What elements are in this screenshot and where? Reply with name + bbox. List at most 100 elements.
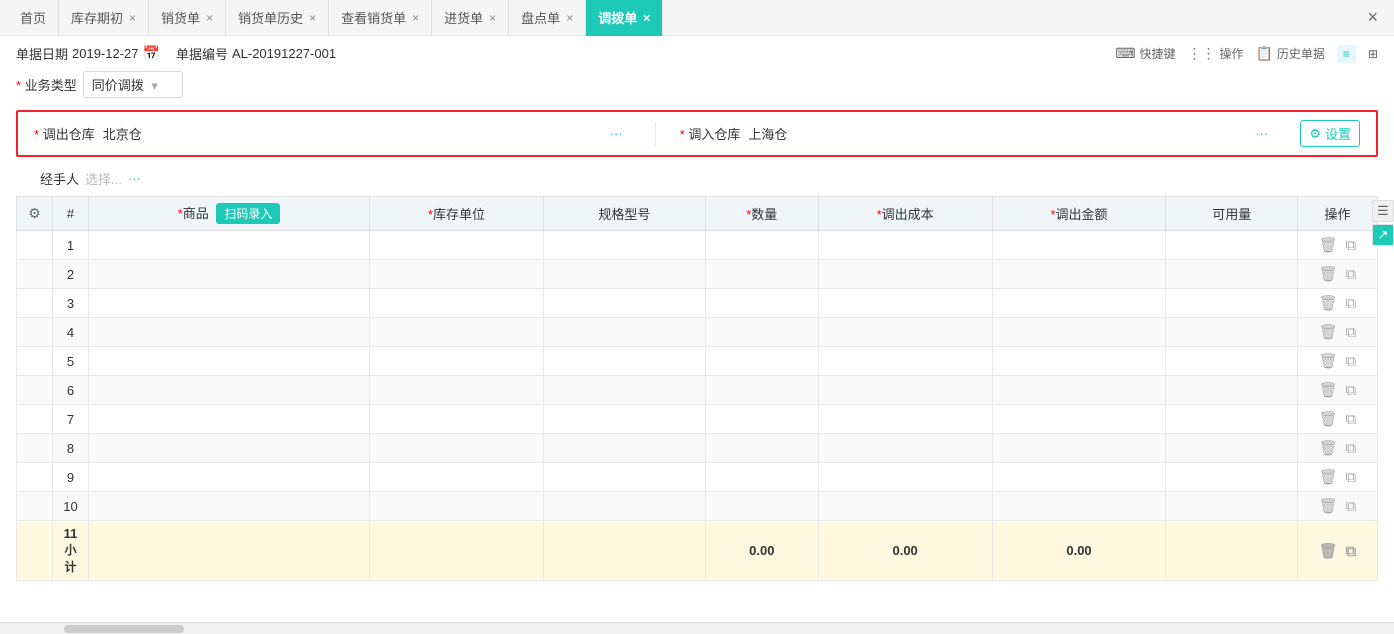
row-cost-cell[interactable] [818,434,992,463]
tab-close-purchase-order[interactable]: × [489,11,496,25]
warehouse-in-more-button[interactable]: ··· [1247,126,1276,141]
row-qty-cell[interactable] [705,289,818,318]
tab-close-sales-order[interactable]: × [206,11,213,25]
row-amount-cell[interactable] [992,434,1166,463]
row-product-cell[interactable] [89,405,370,434]
tab-transfer-order[interactable]: 调拨单 × [586,0,663,36]
row-spec-cell[interactable] [543,434,705,463]
row-cost-cell[interactable] [818,260,992,289]
tab-view-sales[interactable]: 查看销货单 × [329,0,432,36]
row-unit-cell[interactable] [369,376,543,405]
row-qty-cell[interactable] [705,434,818,463]
row-cost-cell[interactable] [818,289,992,318]
row-cost-cell[interactable] [818,231,992,260]
side-panel-list-icon[interactable]: ☰ [1372,200,1394,222]
row-product-cell[interactable] [89,347,370,376]
row-qty-cell[interactable] [705,376,818,405]
copy-icon[interactable]: ⧉ [1345,543,1356,560]
copy-icon[interactable]: ⧉ [1345,324,1356,341]
tab-inventory-check[interactable]: 盘点单 × [509,0,586,36]
copy-icon[interactable]: ⧉ [1345,498,1356,515]
th-gear[interactable]: ⚙ [17,197,53,231]
row-amount-cell[interactable] [992,405,1166,434]
shortcut-button[interactable]: ⌨ 快捷键 [1115,45,1175,62]
row-amount-cell[interactable] [992,376,1166,405]
copy-icon[interactable]: ⧉ [1345,237,1356,254]
row-product-cell[interactable] [89,260,370,289]
row-amount-cell[interactable] [992,463,1166,492]
row-qty-cell[interactable] [705,347,818,376]
handler-more-button[interactable]: ··· [128,171,141,186]
delete-icon[interactable]: 🗑 [1319,237,1338,254]
row-amount-cell[interactable] [992,347,1166,376]
row-unit-cell[interactable] [369,347,543,376]
delete-icon[interactable]: 🗑 [1319,440,1338,457]
delete-icon[interactable]: 🗑 [1319,469,1338,486]
row-unit-cell[interactable] [369,289,543,318]
row-product-cell[interactable] [89,376,370,405]
side-panel-export-icon[interactable]: ↗ [1372,224,1394,246]
copy-icon[interactable]: ⧉ [1345,440,1356,457]
row-unit-cell[interactable] [369,260,543,289]
row-amount-cell[interactable] [992,289,1166,318]
row-product-cell[interactable] [89,434,370,463]
tab-home[interactable]: 首页 [8,0,59,36]
row-unit-cell[interactable] [369,492,543,521]
delete-icon[interactable]: 🗑 [1319,295,1338,312]
row-unit-cell[interactable] [369,318,543,347]
tab-inventory-init[interactable]: 库存期初 × [59,0,149,36]
tab-close-transfer-order[interactable]: × [643,11,650,25]
row-product-cell[interactable] [89,492,370,521]
delete-icon[interactable]: 🗑 [1319,324,1338,341]
row-product-cell[interactable] [89,289,370,318]
tab-close-view-sales[interactable]: × [412,11,419,25]
handler-input[interactable]: 选择... [85,169,122,188]
row-cost-cell[interactable] [818,405,992,434]
row-spec-cell[interactable] [543,405,705,434]
calendar-icon[interactable]: 📅 [143,45,160,62]
row-product-cell[interactable] [89,231,370,260]
row-cost-cell[interactable] [818,376,992,405]
row-qty-cell[interactable] [705,405,818,434]
row-spec-cell[interactable] [543,347,705,376]
row-unit-cell[interactable] [369,405,543,434]
row-cost-cell[interactable] [818,492,992,521]
window-close-button[interactable]: × [1359,7,1386,28]
delete-icon[interactable]: 🗑 [1319,543,1338,560]
horizontal-scrollbar[interactable] [0,622,1394,634]
row-spec-cell[interactable] [543,318,705,347]
delete-icon[interactable]: 🗑 [1319,353,1338,370]
row-spec-cell[interactable] [543,463,705,492]
row-qty-cell[interactable] [705,318,818,347]
warehouse-out-more-button[interactable]: ··· [602,126,631,141]
table-gear-icon[interactable]: ⚙ [28,205,41,221]
copy-icon[interactable]: ⧉ [1345,411,1356,428]
row-product-cell[interactable] [89,463,370,492]
history-button[interactable]: 📋 历史单据 [1255,45,1324,62]
copy-icon[interactable]: ⧉ [1345,295,1356,312]
row-amount-cell[interactable] [992,318,1166,347]
scroll-thumb[interactable] [64,625,184,633]
tab-sales-order[interactable]: 销货单 × [149,0,226,36]
tab-sales-history[interactable]: 销货单历史 × [226,0,329,36]
copy-icon[interactable]: ⧉ [1345,382,1356,399]
row-amount-cell[interactable] [992,260,1166,289]
row-spec-cell[interactable] [543,492,705,521]
copy-icon[interactable]: ⧉ [1345,266,1356,283]
row-cost-cell[interactable] [818,318,992,347]
row-spec-cell[interactable] [543,289,705,318]
row-spec-cell[interactable] [543,231,705,260]
row-product-cell[interactable] [89,318,370,347]
layout1-button[interactable]: ≡ [1337,45,1356,63]
row-amount-cell[interactable] [992,231,1166,260]
row-qty-cell[interactable] [705,260,818,289]
delete-icon[interactable]: 🗑 [1319,266,1338,283]
layout2-button[interactable]: ⊞ [1368,47,1378,61]
row-unit-cell[interactable] [369,231,543,260]
row-qty-cell[interactable] [705,231,818,260]
row-qty-cell[interactable] [705,463,818,492]
tab-purchase-order[interactable]: 进货单 × [432,0,509,36]
row-qty-cell[interactable] [705,492,818,521]
tab-close-inventory-init[interactable]: × [129,11,136,25]
row-amount-cell[interactable] [992,492,1166,521]
